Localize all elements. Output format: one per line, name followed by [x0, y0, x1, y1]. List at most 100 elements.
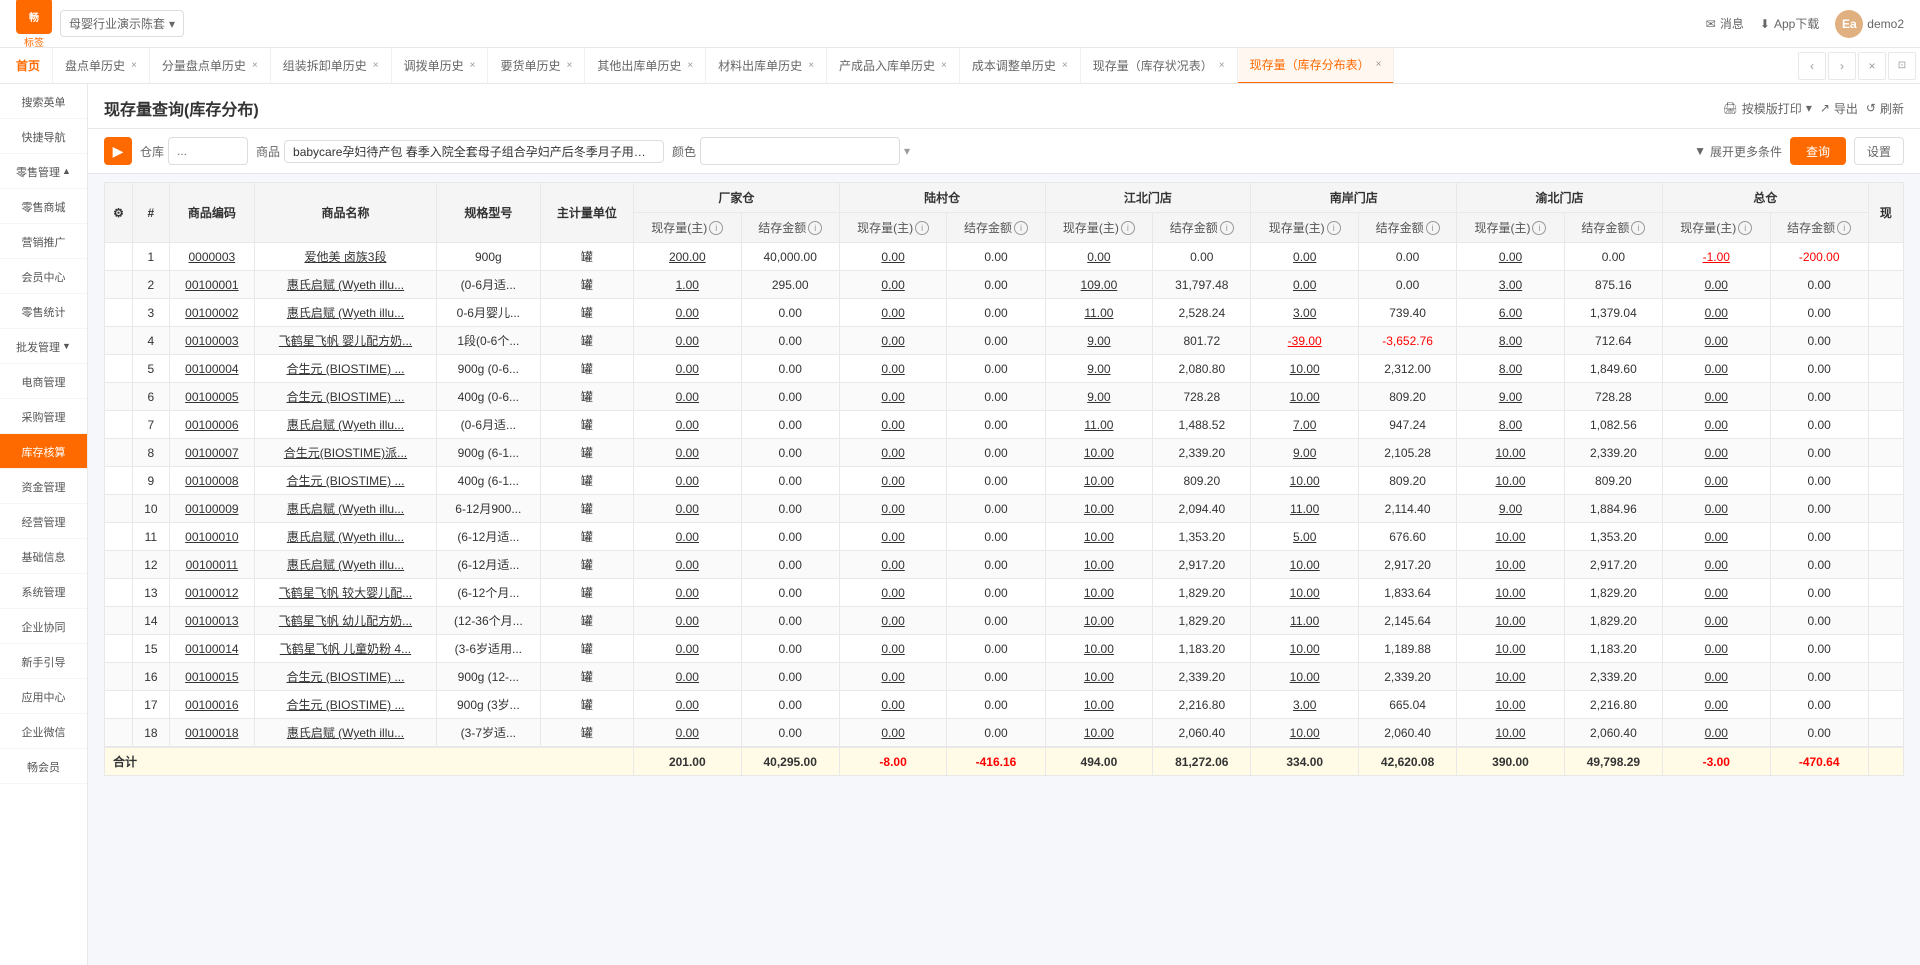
close-tab-icon[interactable]: ×: [566, 60, 572, 71]
td-jb-stock[interactable]: 10.00: [1045, 691, 1153, 719]
user-avatar[interactable]: Ea demo2: [1835, 10, 1904, 38]
td-na-stock[interactable]: 11.00: [1251, 607, 1359, 635]
sidebar-item-inventory[interactable]: 库存核算: [0, 434, 87, 469]
td-expand[interactable]: [105, 383, 133, 411]
td-yb-stock[interactable]: 6.00: [1457, 299, 1565, 327]
td-jb-stock[interactable]: 10.00: [1045, 495, 1153, 523]
td-na-stock[interactable]: -39.00: [1251, 327, 1359, 355]
td-code[interactable]: 00100006: [169, 411, 254, 439]
color-dropdown-icon[interactable]: ▾: [904, 144, 910, 158]
tab-cost-adjust[interactable]: 成本调整单历史 ×: [960, 48, 1081, 84]
td-jb-stock[interactable]: 11.00: [1045, 411, 1153, 439]
td-code[interactable]: 00100018: [169, 719, 254, 748]
tab-material-out[interactable]: 材料出库单历史 ×: [706, 48, 827, 84]
td-code[interactable]: 00100013: [169, 607, 254, 635]
td-total-stock[interactable]: 0.00: [1662, 635, 1770, 663]
td-total-stock[interactable]: 0.00: [1662, 299, 1770, 327]
td-lu-stock[interactable]: 0.00: [839, 691, 947, 719]
td-yb-stock[interactable]: 8.00: [1457, 327, 1565, 355]
td-fac-stock[interactable]: 200.00: [633, 243, 741, 271]
td-yb-stock[interactable]: 10.00: [1457, 523, 1565, 551]
td-total-stock[interactable]: 0.00: [1662, 691, 1770, 719]
td-na-stock[interactable]: 10.00: [1251, 551, 1359, 579]
sidebar-item-finance[interactable]: 资金管理: [0, 469, 87, 504]
td-total-stock[interactable]: 0.00: [1662, 719, 1770, 748]
td-fac-stock[interactable]: 0.00: [633, 663, 741, 691]
td-expand[interactable]: [105, 551, 133, 579]
nav-next-btn[interactable]: ›: [1828, 52, 1856, 80]
td-fac-stock[interactable]: 0.00: [633, 355, 741, 383]
td-lu-stock[interactable]: 0.00: [839, 719, 947, 748]
td-yb-stock[interactable]: 3.00: [1457, 271, 1565, 299]
td-na-stock[interactable]: 11.00: [1251, 495, 1359, 523]
td-total-stock[interactable]: 0.00: [1662, 411, 1770, 439]
td-fac-stock[interactable]: 0.00: [633, 299, 741, 327]
td-na-stock[interactable]: 9.00: [1251, 439, 1359, 467]
sidebar-item-system[interactable]: 系统管理: [0, 574, 87, 609]
close-tab-icon[interactable]: ×: [687, 60, 693, 71]
td-lu-stock[interactable]: 0.00: [839, 299, 947, 327]
industry-select[interactable]: 母婴行业演示陈套 ▾: [60, 10, 184, 37]
close-tab-icon[interactable]: ×: [131, 60, 137, 71]
info-icon[interactable]: i: [1014, 221, 1028, 235]
td-lu-stock[interactable]: 0.00: [839, 551, 947, 579]
td-expand[interactable]: [105, 691, 133, 719]
td-name[interactable]: 合生元(BIOSTIME)派...: [254, 439, 436, 467]
td-fac-stock[interactable]: 0.00: [633, 495, 741, 523]
td-na-stock[interactable]: 10.00: [1251, 663, 1359, 691]
tab-branch-check[interactable]: 分量盘点单历史 ×: [150, 48, 271, 84]
td-yb-stock[interactable]: 8.00: [1457, 411, 1565, 439]
td-code[interactable]: 00100016: [169, 691, 254, 719]
sidebar-item-enterprise-coop[interactable]: 企业协同: [0, 609, 87, 644]
message-btn[interactable]: ✉ 消息: [1706, 15, 1744, 32]
td-expand[interactable]: [105, 467, 133, 495]
td-fac-stock[interactable]: 0.00: [633, 327, 741, 355]
td-na-stock[interactable]: 10.00: [1251, 719, 1359, 748]
td-fac-stock[interactable]: 0.00: [633, 691, 741, 719]
td-jb-stock[interactable]: 11.00: [1045, 299, 1153, 327]
td-code[interactable]: 00100002: [169, 299, 254, 327]
td-name[interactable]: 合生元 (BIOSTIME) ...: [254, 355, 436, 383]
goods-input-tag[interactable]: babycare孕妇待产包 春季入院全套母子组合孕妇产后冬季月子用品 22件套 …: [284, 140, 664, 163]
app-download-btn[interactable]: ⬇ App下载: [1760, 15, 1819, 32]
td-name[interactable]: 飞鹤星飞帆 婴儿配方奶...: [254, 327, 436, 355]
close-tab-icon[interactable]: ×: [808, 60, 814, 71]
td-yb-stock[interactable]: 10.00: [1457, 579, 1565, 607]
set-btn[interactable]: 设置: [1854, 137, 1904, 165]
td-na-stock[interactable]: 10.00: [1251, 579, 1359, 607]
sidebar-item-quick-nav[interactable]: 快捷导航: [0, 119, 87, 154]
td-fac-stock[interactable]: 0.00: [633, 439, 741, 467]
td-lu-stock[interactable]: 0.00: [839, 327, 947, 355]
td-name[interactable]: 合生元 (BIOSTIME) ...: [254, 383, 436, 411]
td-yb-stock[interactable]: 8.00: [1457, 355, 1565, 383]
td-lu-stock[interactable]: 0.00: [839, 383, 947, 411]
nav-close-current-btn[interactable]: ×: [1858, 52, 1886, 80]
sidebar-item-marketing[interactable]: 营销推广: [0, 224, 87, 259]
td-lu-stock[interactable]: 0.00: [839, 523, 947, 551]
td-fac-stock[interactable]: 0.00: [633, 579, 741, 607]
td-jb-stock[interactable]: 10.00: [1045, 579, 1153, 607]
td-jb-stock[interactable]: 10.00: [1045, 439, 1153, 467]
tab-inventory-dist[interactable]: 现存量（库存分布表） ×: [1238, 48, 1395, 84]
td-expand[interactable]: [105, 523, 133, 551]
td-expand[interactable]: [105, 355, 133, 383]
td-total-stock[interactable]: 0.00: [1662, 523, 1770, 551]
td-na-stock[interactable]: 10.00: [1251, 467, 1359, 495]
td-expand[interactable]: [105, 719, 133, 748]
td-total-stock[interactable]: 0.00: [1662, 467, 1770, 495]
td-code[interactable]: 00100015: [169, 663, 254, 691]
td-expand[interactable]: [105, 495, 133, 523]
td-total-stock[interactable]: 0.00: [1662, 271, 1770, 299]
tab-check-history[interactable]: 盘点单历史 ×: [53, 48, 150, 84]
sidebar-item-member-pass[interactable]: 畅会员: [0, 749, 87, 784]
more-conditions-btn[interactable]: ▼ 展开更多条件: [1694, 143, 1782, 160]
td-na-stock[interactable]: 3.00: [1251, 691, 1359, 719]
td-code[interactable]: 00100007: [169, 439, 254, 467]
info-icon[interactable]: i: [1738, 221, 1752, 235]
td-name[interactable]: 合生元 (BIOSTIME) ...: [254, 691, 436, 719]
th-settings[interactable]: ⚙: [105, 183, 133, 243]
td-fac-stock[interactable]: 0.00: [633, 551, 741, 579]
td-name[interactable]: 惠氏启赋 (Wyeth illu...: [254, 411, 436, 439]
export-btn[interactable]: ↗ 导出: [1820, 100, 1858, 117]
sidebar-item-wholesale[interactable]: 批发管理 ▼: [0, 329, 87, 364]
